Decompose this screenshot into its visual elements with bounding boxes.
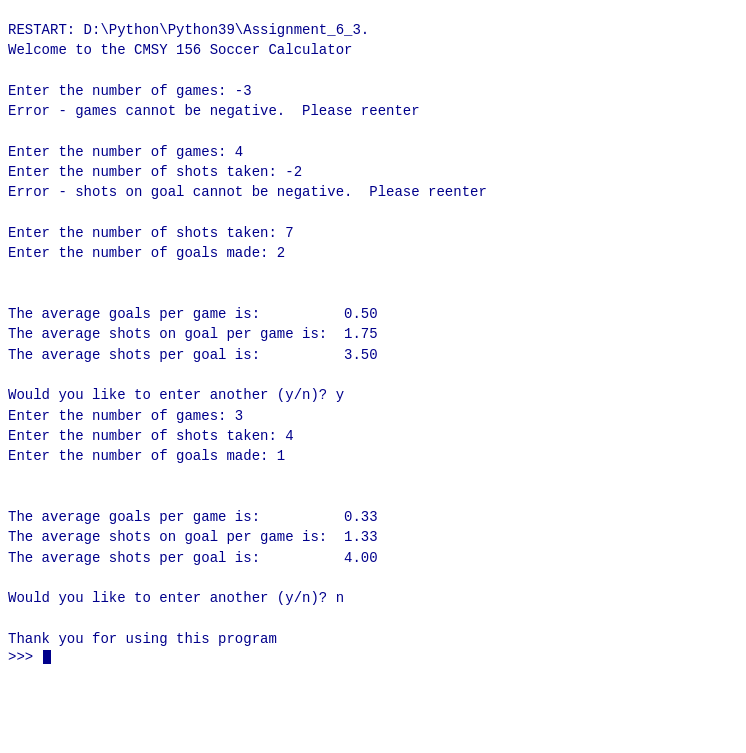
terminal-line: Enter the number of shots taken: 4 xyxy=(8,426,738,446)
prompt-text: >>> xyxy=(8,649,42,665)
terminal-line: Error - games cannot be negative. Please… xyxy=(8,101,738,121)
terminal-line: Enter the number of goals made: 1 xyxy=(8,446,738,466)
terminal-line: Enter the number of shots taken: -2 xyxy=(8,162,738,182)
terminal-line xyxy=(8,487,738,507)
terminal-line xyxy=(8,264,738,284)
prompt-line[interactable]: >>> xyxy=(8,649,738,665)
terminal-line: The average shots on goal per game is: 1… xyxy=(8,324,738,344)
terminal-line xyxy=(8,609,738,629)
terminal-line xyxy=(8,284,738,304)
terminal-line xyxy=(8,467,738,487)
terminal-line: Thank you for using this program xyxy=(8,629,738,649)
terminal-window: RESTART: D:\Python\Python39\Assignment_6… xyxy=(0,0,746,753)
terminal-line: Enter the number of games: 3 xyxy=(8,406,738,426)
terminal-line: The average shots per goal is: 3.50 xyxy=(8,345,738,365)
terminal-line: Enter the number of goals made: 2 xyxy=(8,243,738,263)
terminal-line: Enter the number of games: 4 xyxy=(8,142,738,162)
cursor xyxy=(43,650,51,664)
terminal-line xyxy=(8,365,738,385)
terminal-line: The average goals per game is: 0.33 xyxy=(8,507,738,527)
terminal-line: RESTART: D:\Python\Python39\Assignment_6… xyxy=(8,20,738,40)
terminal-line: Error - shots on goal cannot be negative… xyxy=(8,182,738,202)
terminal-line: The average goals per game is: 0.50 xyxy=(8,304,738,324)
terminal-line: The average shots on goal per game is: 1… xyxy=(8,527,738,547)
terminal-line: Welcome to the CMSY 156 Soccer Calculato… xyxy=(8,40,738,60)
terminal-line: Would you like to enter another (y/n)? n xyxy=(8,588,738,608)
terminal-line xyxy=(8,568,738,588)
terminal-line xyxy=(8,203,738,223)
terminal-line xyxy=(8,121,738,141)
terminal-line xyxy=(8,61,738,81)
terminal-line: Would you like to enter another (y/n)? y xyxy=(8,385,738,405)
terminal-line: Enter the number of shots taken: 7 xyxy=(8,223,738,243)
terminal-line: Enter the number of games: -3 xyxy=(8,81,738,101)
terminal-line: The average shots per goal is: 4.00 xyxy=(8,548,738,568)
